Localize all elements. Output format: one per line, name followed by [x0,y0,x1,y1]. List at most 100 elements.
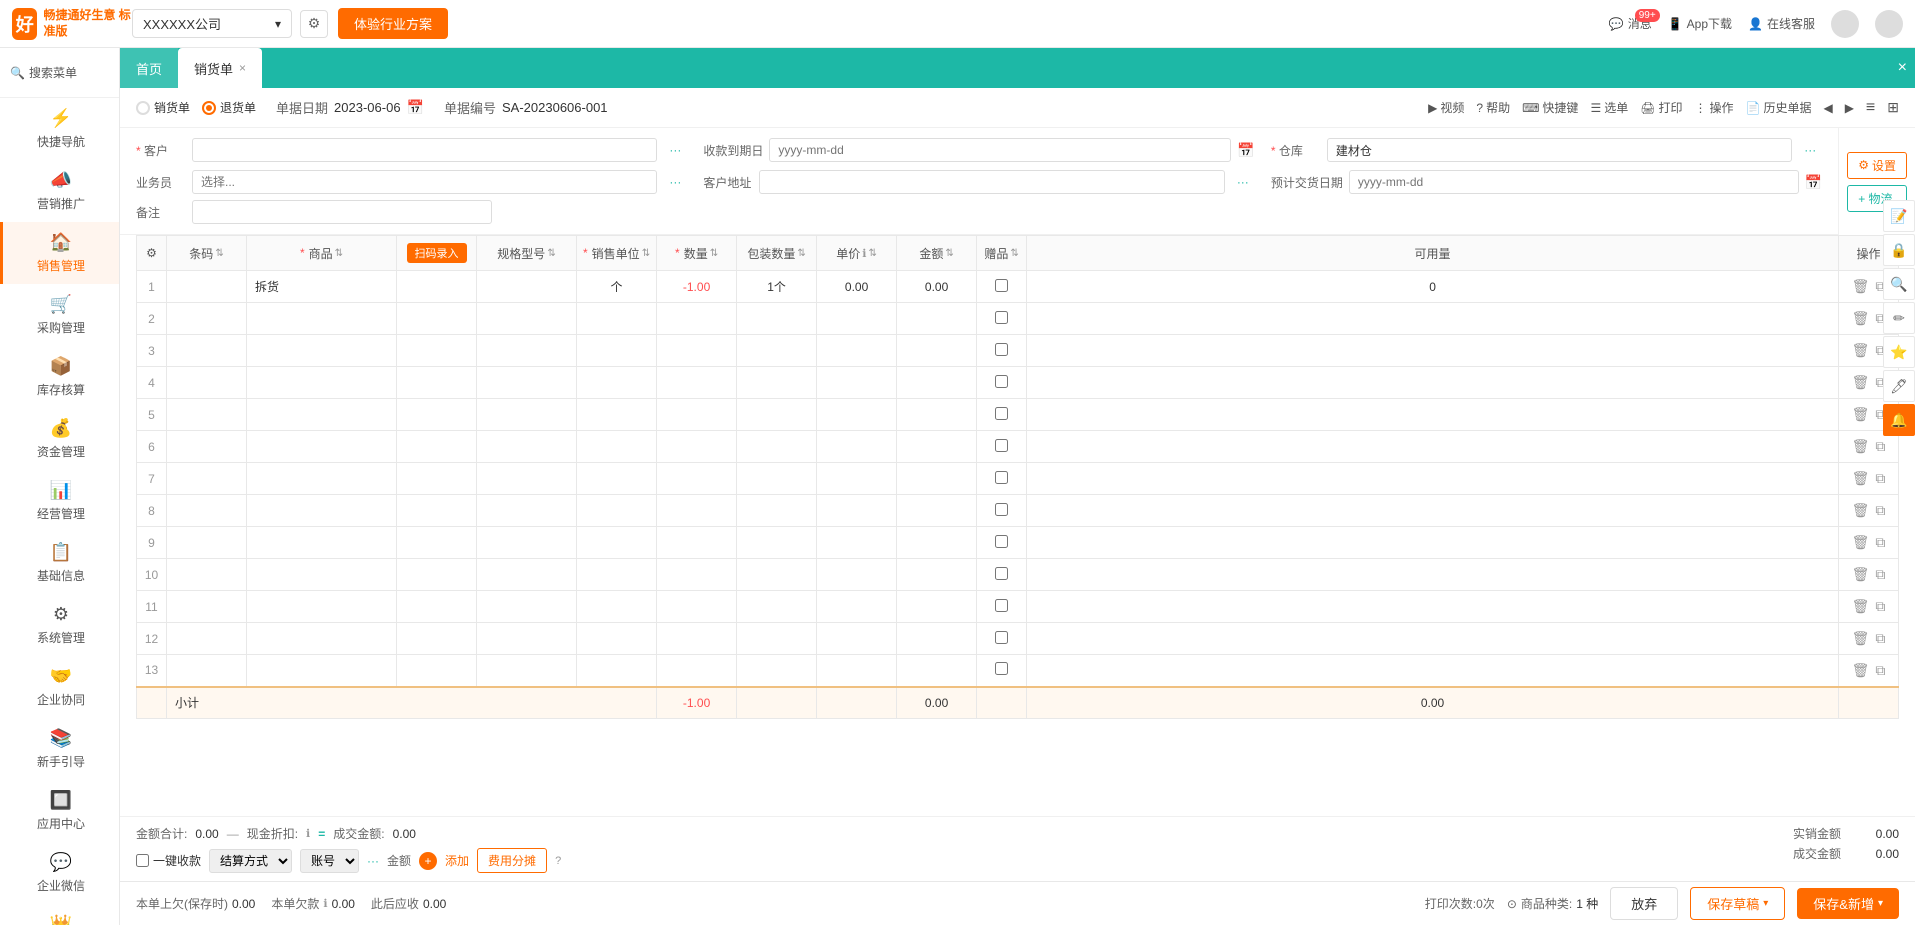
row-price-4[interactable] [817,367,897,399]
row-barcode-4[interactable] [167,367,247,399]
shortcut-button[interactable]: ⌨ 快捷键 [1522,99,1578,116]
copy-row-10[interactable]: ⧉ [1875,566,1885,583]
tab-sales-order[interactable]: 销货单 × [178,48,262,88]
row-product-10[interactable] [247,559,397,591]
row-qty-1[interactable]: -1.00 [657,271,737,303]
row-barcode-3[interactable] [167,335,247,367]
row-spec-3[interactable] [477,335,577,367]
save-new-button[interactable]: 保存&新增 ▾ [1797,888,1899,919]
row-price-12[interactable] [817,623,897,655]
copy-row-7[interactable]: ⧉ [1875,470,1885,487]
delivery-date-input[interactable] [1349,170,1799,194]
row-spec-10[interactable] [477,559,577,591]
delete-row-11[interactable]: 🗑 [1852,598,1870,615]
amount-sort-icon[interactable]: ⇅ [945,248,953,259]
row-price-8[interactable] [817,495,897,527]
float-btn-2[interactable]: 🔒 [1883,234,1915,266]
row-product-8[interactable] [247,495,397,527]
settlement-method-select[interactable]: 结算方式 [209,849,292,873]
row-price-9[interactable] [817,527,897,559]
row-spec-7[interactable] [477,463,577,495]
row-qty-4[interactable] [657,367,737,399]
row-product-12[interactable] [247,623,397,655]
help-button[interactable]: ? 帮助 [1476,99,1510,116]
nav-next-button[interactable]: ▶ [1845,101,1854,115]
add-payment-button[interactable]: + [419,852,437,870]
row-spec-5[interactable] [477,399,577,431]
save-draft-button[interactable]: 保存草稿 ▾ [1690,887,1785,920]
one-click-checkbox[interactable] [136,854,149,867]
float-btn-3[interactable]: 🔍 [1883,268,1915,300]
row-barcode-11[interactable] [167,591,247,623]
row-qty-2[interactable] [657,303,737,335]
th-scan[interactable]: 扫码录入 [397,236,477,271]
qty-sort-icon[interactable]: ⇅ [710,248,718,259]
row-price-2[interactable] [817,303,897,335]
row-spec-2[interactable] [477,303,577,335]
row-spec-1[interactable] [477,271,577,303]
sidebar-item-inventory[interactable]: 📦 库存核算 [0,346,119,408]
row-product-1[interactable]: 拆货 [247,271,397,303]
video-button[interactable]: ▶ 视频 [1428,99,1464,116]
note-input[interactable] [192,200,492,224]
delete-row-1[interactable]: 🗑 [1852,278,1870,295]
float-btn-6[interactable]: 🖊 [1883,370,1915,402]
delete-row-7[interactable]: 🗑 [1852,470,1870,487]
date-calendar-icon[interactable]: 📅 [407,99,424,116]
row-gift-4[interactable] [977,367,1027,399]
sidebar-item-purchase[interactable]: 🛒 采购管理 [0,284,119,346]
sidebar-item-wechat[interactable]: 💬 企业微信 [0,842,119,904]
row-gift-12[interactable] [977,623,1027,655]
abandon-button[interactable]: 放弃 [1610,887,1678,920]
sidebar-item-guide[interactable]: 📚 新手引导 [0,718,119,780]
delete-row-6[interactable]: 🗑 [1852,438,1870,455]
pkg-sort-icon[interactable]: ⇅ [797,248,805,259]
sidebar-item-operations[interactable]: 📊 经营管理 [0,470,119,532]
copy-row-9[interactable]: ⧉ [1875,534,1885,551]
delete-row-12[interactable]: 🗑 [1852,630,1870,647]
customer-input[interactable] [192,138,657,162]
window-close-button[interactable]: × [1898,59,1907,77]
row-barcode-1[interactable] [167,271,247,303]
row-gift-10[interactable] [977,559,1027,591]
settings-button[interactable]: ⚙ [300,10,328,38]
view-grid-button[interactable]: ⊞ [1887,99,1899,116]
copy-row-12[interactable]: ⧉ [1875,630,1885,647]
tab-close-icon[interactable]: × [239,61,246,75]
row-spec-11[interactable] [477,591,577,623]
row-qty-9[interactable] [657,527,737,559]
gift-sort-icon[interactable]: ⇅ [1010,248,1018,259]
account-select[interactable]: 账号 [300,849,359,873]
row-qty-13[interactable] [657,655,737,687]
account-ellipsis[interactable]: ··· [367,854,379,868]
message-button[interactable]: 💬 消息 99+ [1609,15,1652,32]
payment-date-input[interactable] [769,138,1231,162]
delete-row-8[interactable]: 🗑 [1852,502,1870,519]
radio-return-order[interactable]: 退货单 [202,99,256,116]
row-product-6[interactable] [247,431,397,463]
row-product-2[interactable] [247,303,397,335]
row-price-10[interactable] [817,559,897,591]
row-price-5[interactable] [817,399,897,431]
row-product-9[interactable] [247,527,397,559]
radio-sale-order[interactable]: 销货单 [136,99,190,116]
warehouse-input[interactable] [1327,138,1792,162]
product-sort-icon[interactable]: ⇅ [335,248,343,259]
row-barcode-8[interactable] [167,495,247,527]
row-qty-10[interactable] [657,559,737,591]
row-product-3[interactable] [247,335,397,367]
sidebar-item-finance[interactable]: 💰 资金管理 [0,408,119,470]
salesperson-input[interactable] [192,170,657,194]
row-gift-13[interactable] [977,655,1027,687]
delivery-date-calendar-icon[interactable]: 📅 [1805,174,1822,191]
float-btn-4[interactable]: ✏ [1883,302,1915,334]
delete-row-13[interactable]: 🗑 [1852,662,1870,679]
view-list-button[interactable]: ≡ [1866,99,1875,117]
row-gift-1[interactable] [977,271,1027,303]
company-selector[interactable]: XXXXXX公司 ▾ [132,9,292,38]
delete-row-10[interactable]: 🗑 [1852,566,1870,583]
row-qty-11[interactable] [657,591,737,623]
row-gift-9[interactable] [977,527,1027,559]
scan-button[interactable]: 扫码录入 [407,243,467,263]
select-button[interactable]: ☰ 选单 [1590,99,1628,116]
